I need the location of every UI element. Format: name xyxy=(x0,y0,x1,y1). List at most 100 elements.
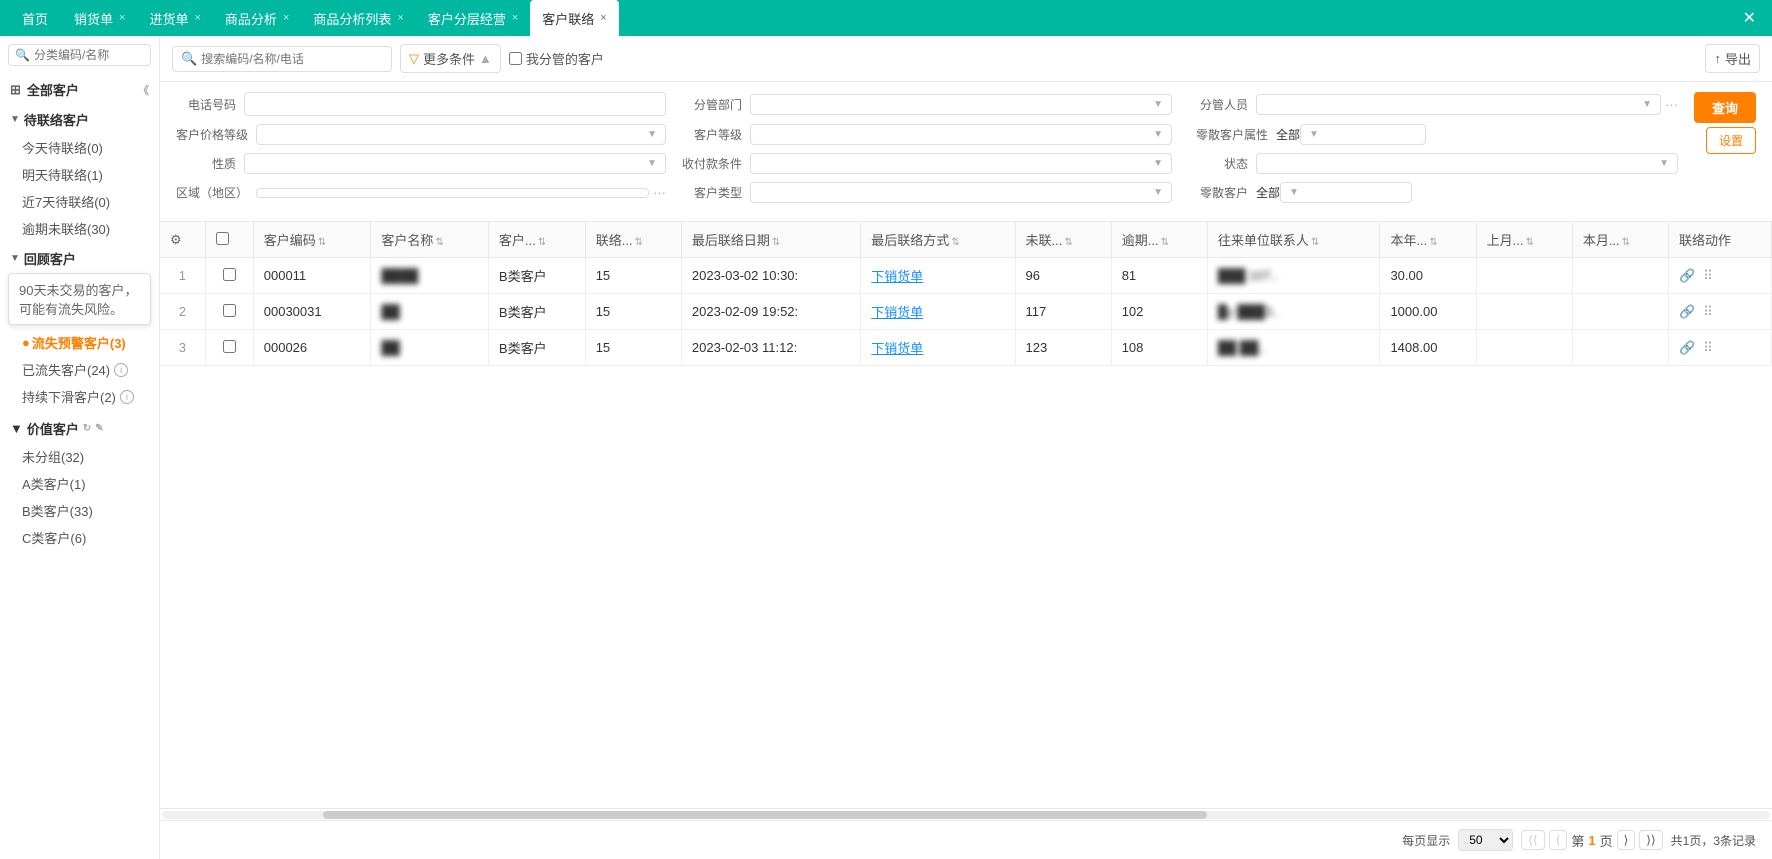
scrollbar-thumb[interactable] xyxy=(323,811,1207,819)
sort-thisyear-icon[interactable]: ⇅ xyxy=(1429,237,1437,248)
filter-region-dots-icon[interactable]: ··· xyxy=(653,185,666,200)
filter-price-level-select[interactable]: ▼ xyxy=(256,124,666,145)
sidebar-item-ungroup[interactable]: 未分组(32) xyxy=(0,443,159,470)
sidebar-all-customers[interactable]: ⊞ 全部客户 《 xyxy=(0,74,159,105)
nav-salesorder[interactable]: 销货单 × xyxy=(62,0,137,36)
info-icon2[interactable]: i xyxy=(120,390,134,404)
col-settings[interactable]: ⚙ xyxy=(160,222,205,258)
sidebar-item-today[interactable]: 今天待联络(0) xyxy=(0,134,159,161)
filter-region-select[interactable] xyxy=(256,188,649,198)
sort-name-icon[interactable]: ⇅ xyxy=(435,237,443,248)
close-salesorder-icon[interactable]: × xyxy=(119,12,125,24)
sidebar-group-value-title[interactable]: ▼ 价值客户 ↻ ✎ xyxy=(0,414,159,443)
sort-contact2-icon[interactable]: ⇅ xyxy=(1311,237,1319,248)
filter-retail-select[interactable]: ▼ xyxy=(1280,182,1412,203)
nav-customercontact[interactable]: 客户联络 × xyxy=(530,0,618,36)
row-last-method[interactable]: 下销货单 xyxy=(861,258,1015,294)
row-checkbox-cell[interactable] xyxy=(205,330,253,366)
search-box[interactable]: 🔍 xyxy=(172,46,392,72)
sidebar-item-churn-warning[interactable]: ● 流失预警客户(3) xyxy=(0,329,159,356)
row-checkbox-cell[interactable] xyxy=(205,294,253,330)
sidebar-item-7days[interactable]: 近7天待联络(0) xyxy=(0,188,159,215)
close-productlist-icon[interactable]: × xyxy=(397,12,403,24)
sidebar-item-classA[interactable]: A类客户(1) xyxy=(0,470,159,497)
action-link-icon[interactable]: 🔗 xyxy=(1679,304,1695,320)
filter-nature-select[interactable]: ▼ xyxy=(244,153,666,174)
settings-button[interactable]: 设置 xyxy=(1706,127,1756,154)
col-checkbox[interactable] xyxy=(205,222,253,258)
sidebar-item-tomorrow[interactable]: 明天待联络(1) xyxy=(0,161,159,188)
settings-gear-icon[interactable]: ⚙ xyxy=(170,232,182,247)
close-window-icon[interactable]: ✕ xyxy=(1735,8,1764,28)
sort-contact-icon[interactable]: ⇅ xyxy=(635,237,643,248)
filter-phone-input[interactable] xyxy=(244,92,666,116)
row-checkbox-cell[interactable] xyxy=(205,258,253,294)
sort-method-icon[interactable]: ⇅ xyxy=(951,237,959,248)
first-page-btn[interactable]: ⟨⟨ xyxy=(1521,830,1544,850)
sort-date-icon[interactable]: ⇅ xyxy=(772,237,780,248)
sort-overdue-icon[interactable]: ⇅ xyxy=(1161,237,1169,248)
my-customers-checkbox[interactable] xyxy=(509,52,522,65)
export-btn[interactable]: ↑ 导出 xyxy=(1705,44,1760,73)
action-more-icon[interactable]: ⠿ xyxy=(1703,268,1713,284)
nav-productlist[interactable]: 商品分析列表 × xyxy=(301,0,415,36)
search-input[interactable] xyxy=(201,52,383,66)
sort-type-icon[interactable]: ⇅ xyxy=(538,237,546,248)
sort-code-icon[interactable]: ⇅ xyxy=(318,237,326,248)
sidebar-item-classB[interactable]: B类客户(33) xyxy=(0,497,159,524)
close-productanalysis-icon[interactable]: × xyxy=(283,12,289,24)
sidebar-search-input[interactable] xyxy=(34,48,144,62)
query-button[interactable]: 查询 xyxy=(1694,92,1756,123)
filter-dots-icon[interactable]: ··· xyxy=(1665,97,1678,112)
row-checkbox[interactable] xyxy=(223,340,236,353)
row-checkbox[interactable] xyxy=(223,304,236,317)
action-more-icon[interactable]: ⠿ xyxy=(1703,340,1713,356)
close-purchaseorder-icon[interactable]: × xyxy=(194,12,200,24)
filter-customer-level-select[interactable]: ▼ xyxy=(750,124,1172,145)
row-last-method[interactable]: 下销货单 xyxy=(861,294,1015,330)
sidebar-group-pending-title[interactable]: ▼ 待联络客户 xyxy=(0,105,159,134)
nav-home[interactable]: 首页 xyxy=(8,0,62,36)
refresh-icon[interactable]: ↻ xyxy=(83,423,91,434)
more-filter-btn[interactable]: ▽ 更多条件 ▲ xyxy=(400,44,501,73)
row-checkbox[interactable] xyxy=(223,268,236,281)
sidebar-search-box[interactable]: 🔍 xyxy=(8,44,151,66)
action-link-icon[interactable]: 🔗 xyxy=(1679,268,1695,284)
close-customerlayer-icon[interactable]: × xyxy=(512,12,518,24)
select-all-checkbox[interactable] xyxy=(216,232,229,245)
info-icon[interactable]: i xyxy=(114,363,128,377)
row-action[interactable]: 🔗 ⠿ xyxy=(1669,294,1772,330)
row-code: 00030031 xyxy=(253,294,371,330)
nav-productanalysis[interactable]: 商品分析 × xyxy=(213,0,301,36)
close-customercontact-icon[interactable]: × xyxy=(600,12,606,24)
sort-thismonth-icon[interactable]: ⇅ xyxy=(1622,237,1630,248)
edit-icon[interactable]: ✎ xyxy=(95,423,103,434)
nav-purchaseorder[interactable]: 进货单 × xyxy=(137,0,212,36)
filter-retail-attr-select[interactable]: ▼ xyxy=(1300,124,1426,145)
row-last-method[interactable]: 下销货单 xyxy=(861,330,1015,366)
horizontal-scrollbar[interactable] xyxy=(160,808,1772,820)
prev-page-btn[interactable]: ⟨ xyxy=(1549,830,1568,850)
nav-customerlayer[interactable]: 客户分层经营 × xyxy=(416,0,530,36)
sidebar-item-declining[interactable]: 持续下滑客户(2) i xyxy=(0,383,159,410)
action-more-icon[interactable]: ⠿ xyxy=(1703,304,1713,320)
sidebar-item-overdue[interactable]: 逾期未联络(30) xyxy=(0,215,159,242)
my-customers-checkbox-label[interactable]: 我分管的客户 xyxy=(509,49,604,68)
filter-dept-select[interactable]: ▼ xyxy=(750,94,1172,115)
filter-manager-select[interactable]: ▼ xyxy=(1256,94,1661,115)
row-action[interactable]: 🔗 ⠿ xyxy=(1669,330,1772,366)
sidebar-item-classC[interactable]: C类客户(6) xyxy=(0,524,159,551)
per-page-select[interactable]: 50 100 xyxy=(1458,829,1513,851)
row-action[interactable]: 🔗 ⠿ xyxy=(1669,258,1772,294)
filter-payment-select[interactable]: ▼ xyxy=(750,153,1172,174)
action-link-icon[interactable]: 🔗 xyxy=(1679,340,1695,356)
collapse-icon[interactable]: 《 xyxy=(138,82,149,98)
filter-status-select[interactable]: ▼ xyxy=(1256,153,1678,174)
sort-uncontacted-icon[interactable]: ⇅ xyxy=(1064,237,1072,248)
next-page-btn[interactable]: ⟩ xyxy=(1617,830,1636,850)
sidebar-item-churned[interactable]: 已流失客户(24) i xyxy=(0,356,159,383)
last-page-btn[interactable]: ⟩⟩ xyxy=(1639,830,1662,850)
sort-lastmonth-icon[interactable]: ⇅ xyxy=(1525,237,1533,248)
sidebar-group-review-title[interactable]: ▼ 回顾客户 xyxy=(0,244,159,273)
filter-customer-type-select[interactable]: ▼ xyxy=(750,182,1172,203)
